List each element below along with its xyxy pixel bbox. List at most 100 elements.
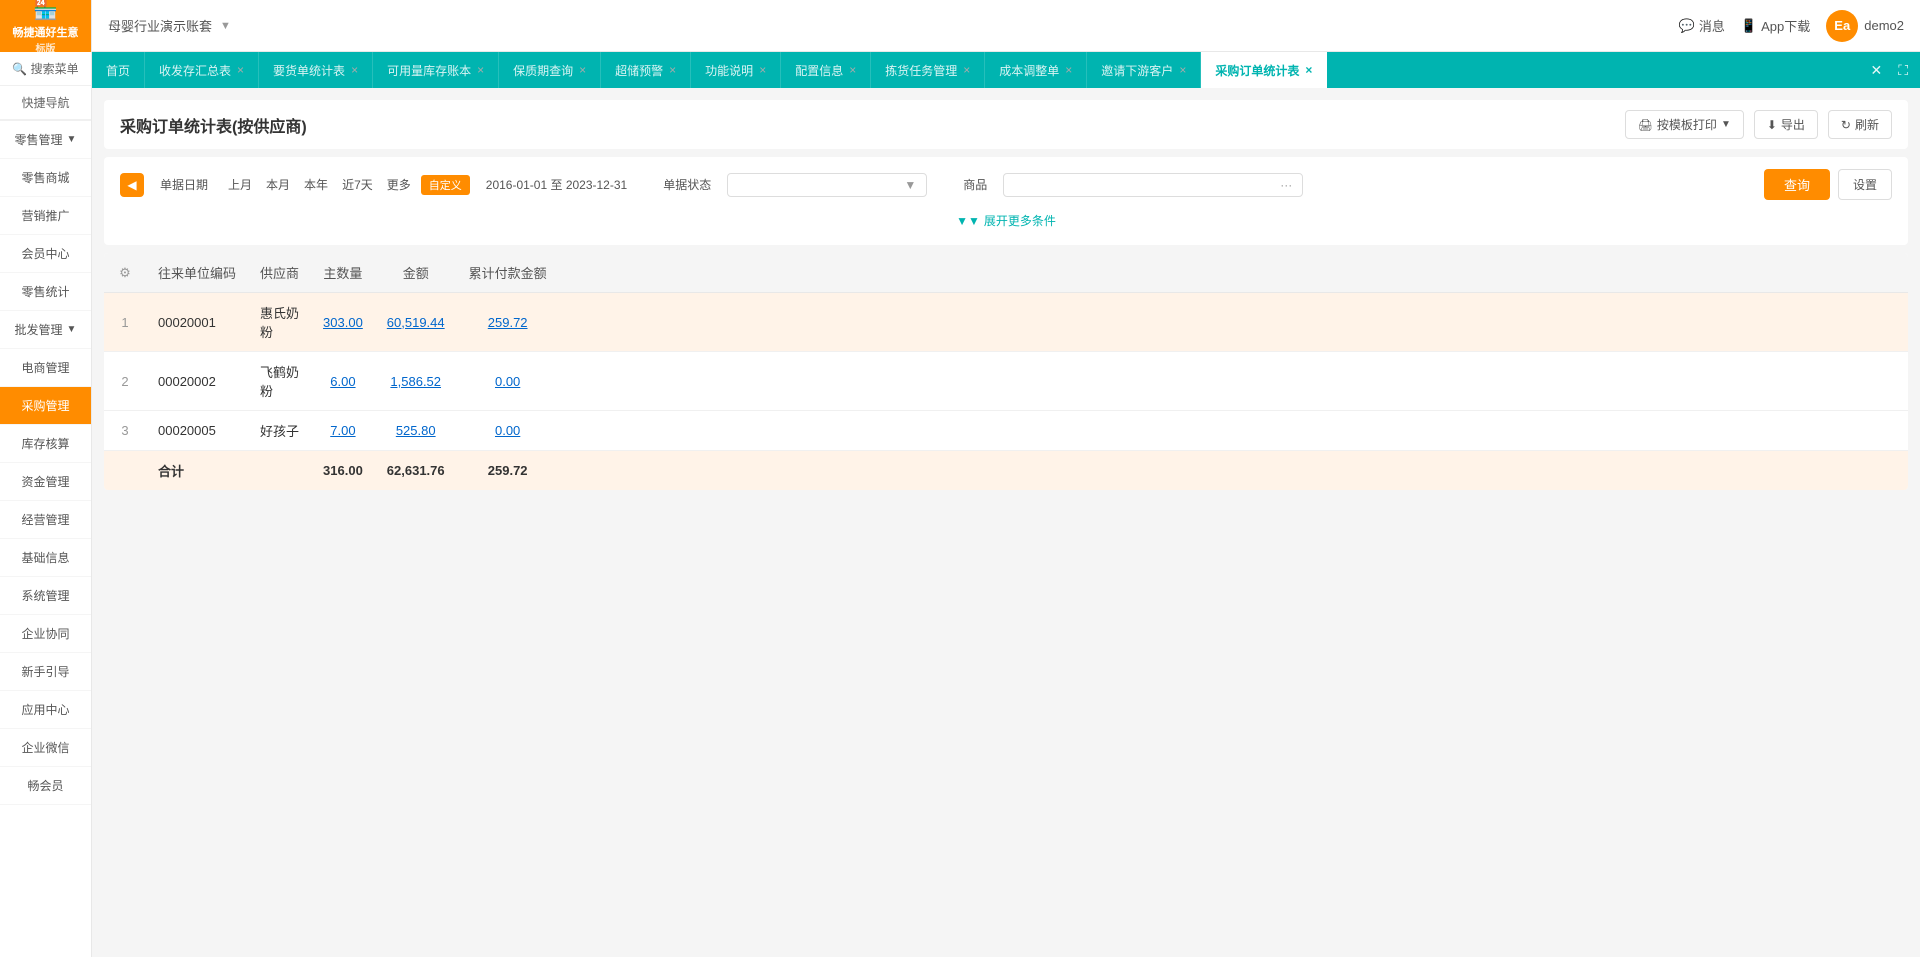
- query-button[interactable]: 查询: [1764, 169, 1830, 200]
- tab-home[interactable]: 首页: [92, 52, 145, 88]
- col-supplier-code: 往来单位编码: [146, 253, 248, 293]
- tab-function-desc[interactable]: 功能说明 ×: [691, 52, 781, 88]
- sidebar-item-new-guide[interactable]: 新手引导: [0, 653, 91, 691]
- sidebar-search[interactable]: 🔍 搜索菜单: [0, 52, 91, 86]
- col-quantity: 主数量: [311, 253, 375, 293]
- date-7days[interactable]: 近7天: [338, 174, 377, 195]
- tab-close-icon[interactable]: ×: [579, 63, 586, 77]
- cell-paid-amount[interactable]: 0.00: [457, 411, 559, 451]
- tab-label: 保质期查询: [513, 62, 573, 79]
- cell-paid-amount[interactable]: 259.72: [457, 293, 559, 352]
- sidebar-item-member[interactable]: 会员中心: [0, 235, 91, 273]
- app-logo: 🏪 畅捷通好生意 标版: [0, 0, 91, 52]
- sidebar-item-retail-management[interactable]: 零售管理 ▼: [0, 121, 91, 159]
- tab-close-icon[interactable]: ×: [477, 63, 484, 77]
- tab-close-icon[interactable]: ×: [1179, 63, 1186, 77]
- cell-amount[interactable]: 525.80: [375, 411, 457, 451]
- cell-amount[interactable]: 1,586.52: [375, 352, 457, 411]
- tab-close-icon[interactable]: ×: [849, 63, 856, 77]
- user-profile[interactable]: Ea demo2: [1826, 10, 1904, 42]
- user-name: demo2: [1864, 18, 1904, 33]
- date-this-month[interactable]: 本月: [262, 174, 294, 195]
- status-select[interactable]: ▼: [727, 173, 927, 197]
- tab-label: 收发存汇总表: [159, 62, 231, 79]
- maximize-icon[interactable]: ⛶: [1894, 60, 1912, 81]
- page-actions: 🖨 按模板打印 ▼ ⬇ 导出 ↻ 刷新: [1625, 110, 1892, 139]
- sidebar-item-ecommerce[interactable]: 电商管理: [0, 349, 91, 387]
- expand-filter-button[interactable]: ▼▼ 展开更多条件: [948, 208, 1064, 233]
- tab-close-icon[interactable]: ×: [669, 63, 676, 77]
- tab-label: 采购订单统计表: [1215, 62, 1299, 79]
- sidebar-item-retail-stats[interactable]: 零售统计: [0, 273, 91, 311]
- tab-label: 超储预警: [615, 62, 663, 79]
- sidebar-item-label: 会员中心: [21, 245, 69, 262]
- cell-quantity[interactable]: 6.00: [311, 352, 375, 411]
- tab-bar-end: ✕ ⛶: [1858, 60, 1920, 81]
- col-amount: 金额: [375, 253, 457, 293]
- cell-amount[interactable]: 60,519.44: [375, 293, 457, 352]
- filter-row-1: ◀ 单据日期 上月 本月 本年 近7天 更多 自定义 2016-01-01 至 …: [120, 169, 1892, 200]
- sidebar-item-wholesale[interactable]: 批发管理 ▼: [0, 311, 91, 349]
- tab-close-icon[interactable]: ×: [351, 63, 358, 77]
- tab-close-icon[interactable]: ×: [963, 63, 970, 77]
- date-custom-badge[interactable]: 自定义: [421, 175, 470, 195]
- close-tab-icon[interactable]: ✕: [1866, 60, 1886, 81]
- message-icon: 💬: [1679, 18, 1695, 34]
- tab-purchase-order-stats[interactable]: 采购订单统计表 ×: [1201, 52, 1327, 88]
- tab-receive-summary[interactable]: 收发存汇总表 ×: [145, 52, 259, 88]
- cell-quantity[interactable]: 303.00: [311, 293, 375, 352]
- tab-cost-adjust[interactable]: 成本调整单 ×: [985, 52, 1087, 88]
- ellipsis-icon: ···: [1280, 178, 1292, 192]
- sidebar-item-enterprise[interactable]: 企业协同: [0, 615, 91, 653]
- sidebar-item-finance[interactable]: 资金管理: [0, 463, 91, 501]
- tab-close-icon[interactable]: ×: [1305, 63, 1312, 77]
- table-row: 3 00020005 好孩子 7.00 525.80 0.00: [104, 411, 1908, 451]
- tab-close-icon[interactable]: ×: [237, 63, 244, 77]
- footer-label: 合计: [146, 451, 311, 491]
- template-print-button[interactable]: 🖨 按模板打印 ▼: [1625, 110, 1744, 139]
- sidebar-item-inventory[interactable]: 库存核算: [0, 425, 91, 463]
- sidebar-item-marketing[interactable]: 营销推广: [0, 197, 91, 235]
- sidebar-item-retail-store[interactable]: 零售商城: [0, 159, 91, 197]
- cell-supplier: 好孩子: [248, 411, 311, 451]
- tab-close-icon[interactable]: ×: [759, 63, 766, 77]
- goods-input[interactable]: ···: [1003, 173, 1303, 197]
- date-last-month[interactable]: 上月: [224, 174, 256, 195]
- workspace-name: 母婴行业演示账套: [108, 16, 212, 35]
- app-download-btn[interactable]: 📱 App下载: [1741, 16, 1810, 35]
- sidebar-item-basic-info[interactable]: 基础信息: [0, 539, 91, 577]
- sidebar-item-app-center[interactable]: 应用中心: [0, 691, 91, 729]
- settings-button[interactable]: 设置: [1838, 169, 1892, 200]
- sidebar-item-vip[interactable]: 畅会员: [0, 767, 91, 805]
- refresh-button[interactable]: ↻ 刷新: [1828, 110, 1892, 139]
- date-this-year[interactable]: 本年: [300, 174, 332, 195]
- tab-config-info[interactable]: 配置信息 ×: [781, 52, 871, 88]
- message-btn[interactable]: 💬 消息: [1679, 16, 1725, 35]
- sidebar-item-label: 基础信息: [21, 549, 69, 566]
- tab-purchase-stats[interactable]: 要货单统计表 ×: [259, 52, 373, 88]
- workspace-selector[interactable]: 母婴行业演示账套 ▼: [108, 16, 231, 35]
- tab-picking-task[interactable]: 拣货任务管理 ×: [871, 52, 985, 88]
- tab-close-icon[interactable]: ×: [1065, 63, 1072, 77]
- sidebar-item-operations[interactable]: 经营管理: [0, 501, 91, 539]
- tab-available-stock[interactable]: 可用量库存账本 ×: [373, 52, 499, 88]
- export-button[interactable]: ⬇ 导出: [1754, 110, 1818, 139]
- tab-invite-downstream[interactable]: 邀请下游客户 ×: [1087, 52, 1201, 88]
- sidebar-item-system[interactable]: 系统管理: [0, 577, 91, 615]
- gear-icon[interactable]: ⚙: [116, 264, 134, 282]
- cell-extra: [559, 411, 1908, 451]
- collapse-filter-button[interactable]: ◀: [120, 173, 144, 197]
- search-icon: 🔍: [12, 62, 27, 76]
- cell-supplier: 飞鹤奶粉: [248, 352, 311, 411]
- quick-nav[interactable]: 快捷导航: [0, 86, 91, 121]
- cell-quantity[interactable]: 7.00: [311, 411, 375, 451]
- col-paid-amount: 累计付款金额: [457, 253, 559, 293]
- sidebar-item-enterprise-wechat[interactable]: 企业微信: [0, 729, 91, 767]
- tab-warranty[interactable]: 保质期查询 ×: [499, 52, 601, 88]
- sidebar-item-label: 批发管理: [15, 321, 63, 338]
- sidebar-item-purchase[interactable]: 采购管理: [0, 387, 91, 425]
- date-more[interactable]: 更多: [383, 174, 415, 195]
- tab-overstock[interactable]: 超储预警 ×: [601, 52, 691, 88]
- cell-index: 1: [104, 293, 146, 352]
- cell-paid-amount[interactable]: 0.00: [457, 352, 559, 411]
